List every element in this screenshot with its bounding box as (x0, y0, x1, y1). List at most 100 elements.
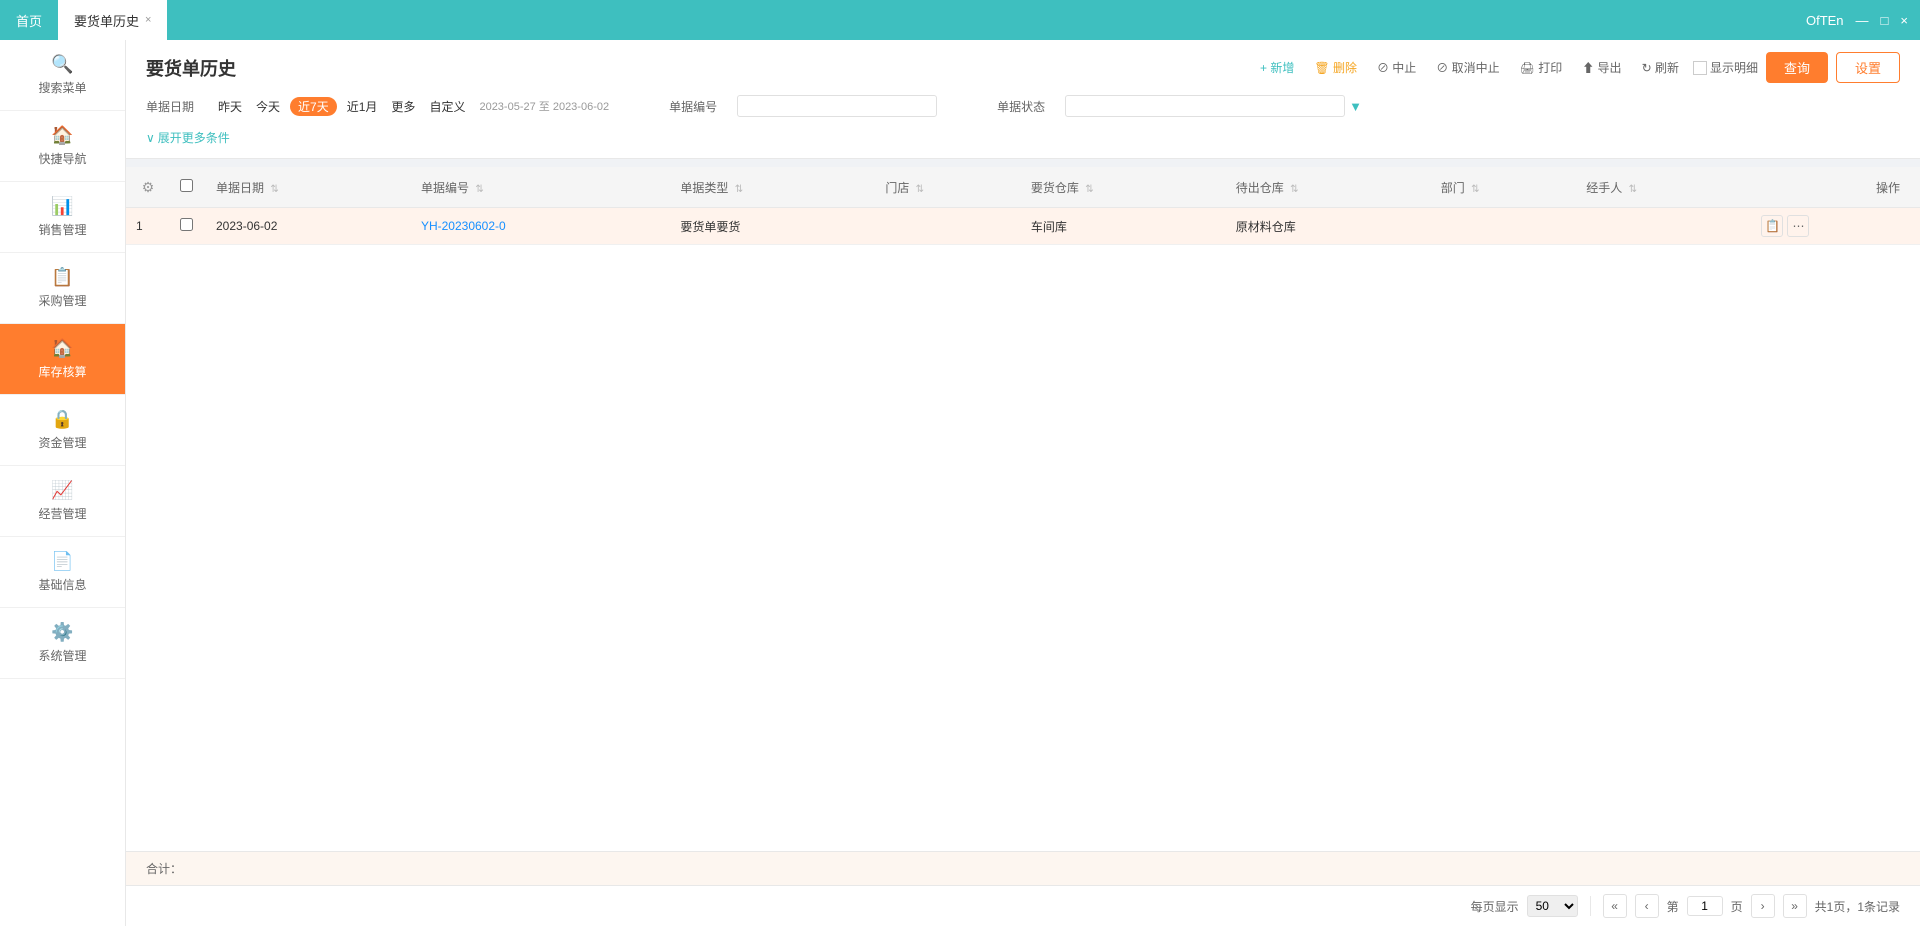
row-store (875, 208, 1021, 245)
show-detail-checkbox[interactable] (1693, 61, 1707, 75)
sidebar-label-search-menu: 搜索菜单 (38, 79, 86, 96)
query-button[interactable]: 查询 (1766, 52, 1828, 83)
expand-more-btn[interactable]: ∨ 展开更多条件 (146, 129, 1900, 146)
sort-dept-icon[interactable]: ⇅ (1471, 184, 1479, 195)
row-more-btn[interactable]: ⋯ (1787, 215, 1809, 237)
expand-chevron-icon: ∨ (146, 131, 155, 145)
page-input[interactable] (1687, 896, 1723, 916)
sidebar-item-sales-mgmt[interactable]: 📊 销售管理 (0, 182, 125, 253)
date-btn-yesterday[interactable]: 昨天 (214, 97, 246, 116)
expand-more-row: ∨ 展开更多条件 (146, 125, 1900, 150)
window-minimize-btn[interactable]: — (1856, 13, 1869, 28)
sidebar: 🔍 搜索菜单 🏠 快捷导航 📊 销售管理 📋 采购管理 🏠 库存核算 🔒 资金管… (0, 40, 126, 926)
print-button[interactable]: 🖨 打印 (1514, 55, 1569, 80)
sidebar-item-basic-info[interactable]: 📄 基础信息 (0, 537, 125, 608)
cancel-stop-button[interactable]: ⊘ 取消中止 (1430, 55, 1505, 80)
sidebar-label-sys-mgmt: 系统管理 (38, 647, 86, 664)
col-store: 门店 ⇅ (875, 167, 1021, 208)
tab-bar: 首页 要货单历史 × (0, 0, 167, 40)
first-page-btn[interactable]: « (1603, 894, 1627, 918)
window-close-btn[interactable]: × (1900, 13, 1908, 28)
window-maximize-btn[interactable]: □ (1881, 13, 1889, 28)
sort-store-icon[interactable]: ⇅ (916, 184, 924, 195)
col-date: 单据日期 ⇅ (206, 167, 411, 208)
sort-pending-warehouse-icon[interactable]: ⇅ (1290, 184, 1298, 195)
new-button[interactable]: + 新增 (1254, 55, 1300, 80)
sidebar-label-basic-info: 基础信息 (38, 576, 86, 593)
row-checkbox-cell (170, 208, 206, 245)
delete-button[interactable]: 🗑 删除 (1308, 55, 1363, 80)
ops-icon: 📈 (51, 480, 73, 501)
col-actions: 操作 (1751, 167, 1920, 208)
column-settings-icon[interactable]: ⚙ (136, 175, 160, 199)
last-page-btn[interactable]: » (1783, 894, 1807, 918)
tab-close-icon[interactable]: × (145, 14, 151, 26)
col-pending-warehouse: 待出仓库 ⇅ (1226, 167, 1431, 208)
settings-button[interactable]: 设置 (1836, 52, 1900, 83)
per-page-label: 每页显示 (1471, 898, 1519, 915)
date-btn-1month[interactable]: 近1月 (343, 97, 382, 116)
sales-icon: 📊 (51, 196, 73, 217)
tab-order-history[interactable]: 要货单历史 × (58, 0, 167, 40)
sidebar-item-sys-mgmt[interactable]: ⚙️ 系统管理 (0, 608, 125, 679)
purchase-icon: 📋 (51, 267, 73, 288)
page-header: 要货单历史 + 新增 🗑 删除 ⊘ 中止 ⊘ 取消中止 🖨 打印 ⬆ 导出 ↻ … (126, 40, 1920, 159)
inventory-icon: 🏠 (51, 338, 73, 359)
total-label: 合计： (146, 862, 182, 876)
stop-button[interactable]: ⊘ 中止 (1371, 55, 1422, 80)
sidebar-label-finance-mgmt: 资金管理 (38, 434, 86, 451)
sort-order-type-icon[interactable]: ⇅ (735, 184, 743, 195)
row-pending-warehouse: 原材料仓库 (1226, 208, 1431, 245)
pagination-divider (1590, 896, 1591, 916)
sidebar-item-finance-mgmt[interactable]: 🔒 资金管理 (0, 395, 125, 466)
order-no-input[interactable] (737, 95, 937, 117)
status-dropdown-icon[interactable]: ▼ (1349, 99, 1362, 114)
col-req-warehouse: 要货仓库 ⇅ (1021, 167, 1226, 208)
row-checkbox[interactable] (180, 218, 193, 231)
col-dept: 部门 ⇅ (1431, 167, 1577, 208)
sort-date-icon[interactable]: ⇅ (270, 184, 278, 195)
next-page-btn[interactable]: › (1751, 894, 1775, 918)
row-edit-btn[interactable]: 📋 (1761, 215, 1783, 237)
export-button[interactable]: ⬆ 导出 (1576, 55, 1627, 80)
sidebar-label-inventory-calc: 库存核算 (38, 363, 86, 380)
total-info: 共1页，1条记录 (1815, 898, 1900, 915)
order-no-label: 单据编号 (669, 98, 717, 115)
sort-order-no-icon[interactable]: ⇅ (475, 184, 483, 195)
sys-icon: ⚙️ (51, 622, 73, 643)
search-menu-icon: 🔍 (51, 54, 73, 75)
row-req-warehouse: 车间库 (1021, 208, 1226, 245)
refresh-button[interactable]: ↻ 刷新 (1636, 55, 1685, 80)
select-all-checkbox[interactable] (180, 179, 193, 192)
date-btn-7days[interactable]: 近7天 (290, 97, 337, 116)
prev-page-btn[interactable]: ‹ (1635, 894, 1659, 918)
date-btn-today[interactable]: 今天 (252, 97, 284, 116)
status-input[interactable] (1065, 95, 1345, 117)
row-order-no: YH-20230602-0 (411, 208, 670, 245)
row-dept (1431, 208, 1577, 245)
sidebar-label-purchase-mgmt: 采购管理 (38, 292, 86, 309)
page-suffix: 页 (1731, 898, 1743, 915)
main-layout: 🔍 搜索菜单 🏠 快捷导航 📊 销售管理 📋 采购管理 🏠 库存核算 🔒 资金管… (0, 40, 1920, 926)
sidebar-item-purchase-mgmt[interactable]: 📋 采购管理 (0, 253, 125, 324)
pagination-bar: 每页显示 10 20 50 100 « ‹ 第 页 › » 共1页，1条记录 (126, 885, 1920, 926)
sort-handler-icon[interactable]: ⇅ (1629, 184, 1637, 195)
show-detail-toggle[interactable]: 显示明细 (1693, 59, 1758, 76)
per-page-select[interactable]: 10 20 50 100 (1527, 895, 1578, 917)
col-settings: ⚙ (126, 167, 170, 208)
row-handler (1576, 208, 1751, 245)
sidebar-item-ops-mgmt[interactable]: 📈 经营管理 (0, 466, 125, 537)
order-no-link[interactable]: YH-20230602-0 (421, 219, 506, 233)
sort-req-warehouse-icon[interactable]: ⇅ (1085, 184, 1093, 195)
page-prefix: 第 (1667, 898, 1679, 915)
sidebar-item-inventory-calc[interactable]: 🏠 库存核算 (0, 324, 125, 395)
sidebar-item-search-menu[interactable]: 🔍 搜索菜单 (0, 40, 125, 111)
content-wrapper: ⚙ 单据日期 ⇅ 单据编号 ⇅ (126, 159, 1920, 926)
date-btn-more[interactable]: 更多 (387, 97, 419, 116)
date-range-text: 2023-05-27 至 2023-06-02 (479, 98, 609, 114)
tab-home[interactable]: 首页 (0, 0, 58, 40)
date-btn-custom[interactable]: 自定义 (425, 97, 469, 116)
often-label: OfTEn (1806, 13, 1844, 28)
topbar-right: OfTEn — □ × (1806, 13, 1920, 28)
sidebar-item-quick-nav[interactable]: 🏠 快捷导航 (0, 111, 125, 182)
